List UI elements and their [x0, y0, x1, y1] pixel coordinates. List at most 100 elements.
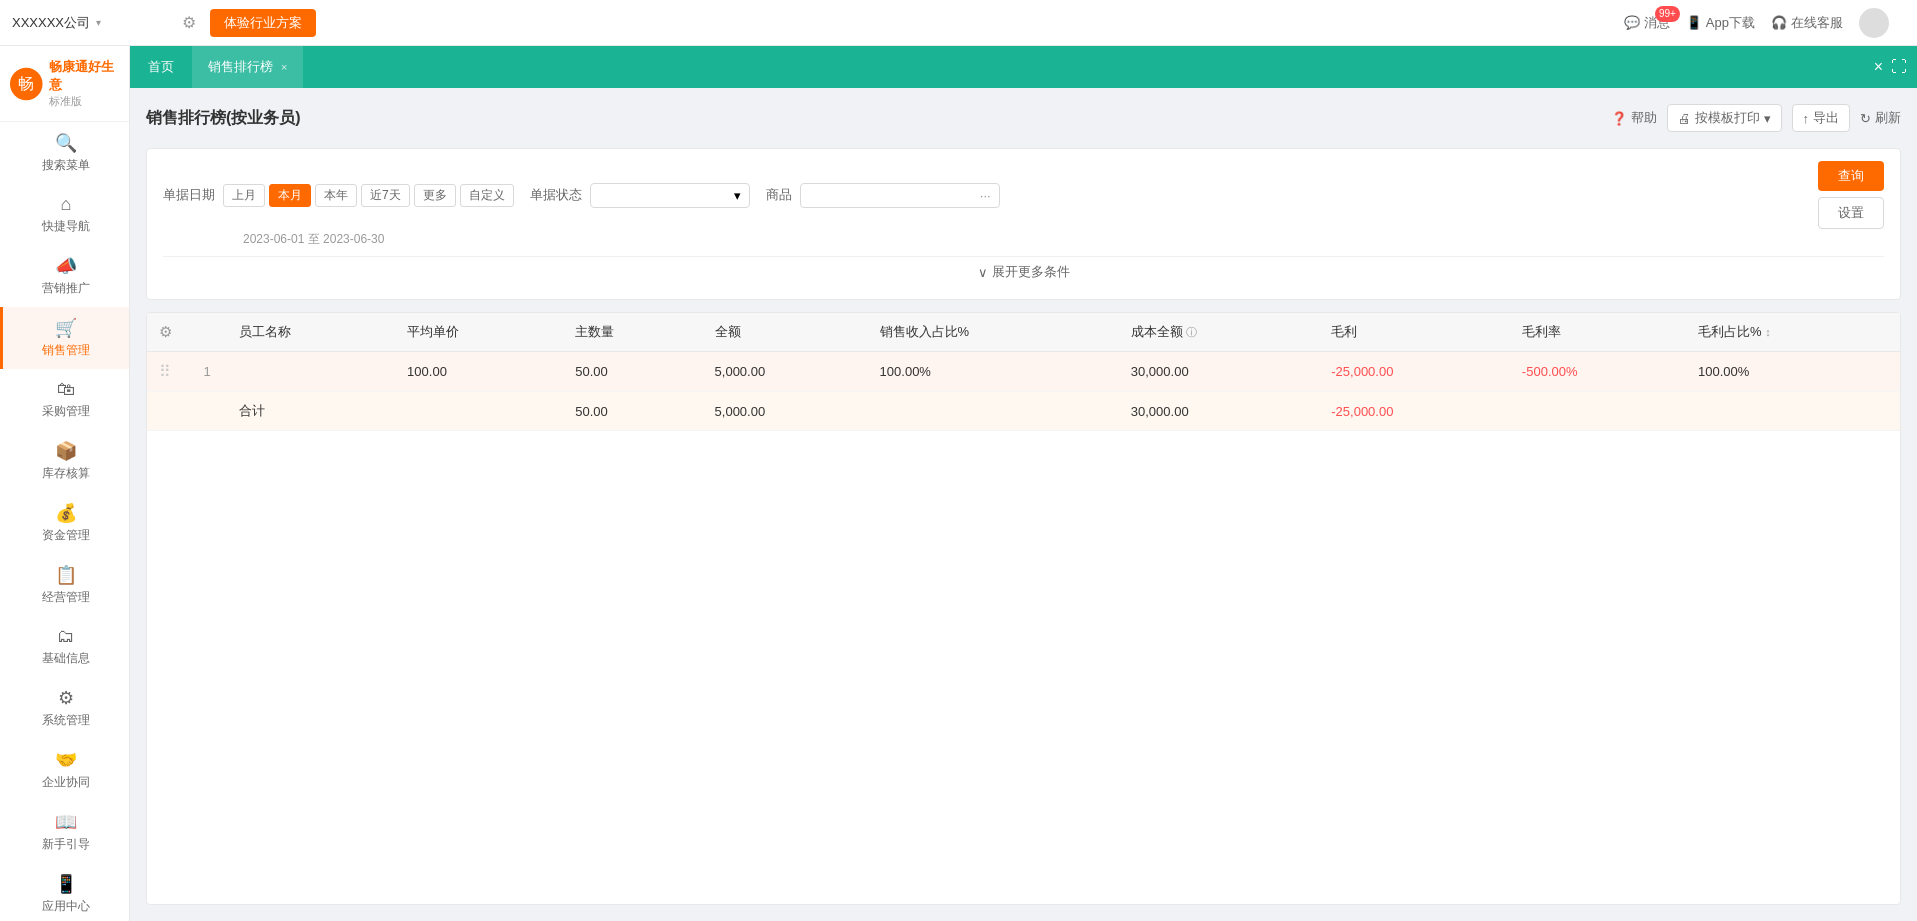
footer-gross: -25,000.00	[1319, 392, 1510, 431]
data-table: ⚙ 员工名称 平均单价 主数量 全额 销售收入占比%	[147, 313, 1900, 431]
sidebar-item-marketing[interactable]: 📣 营销推广	[0, 245, 129, 307]
main-layout: 畅 畅康通好生意 标准版 🔍 搜索菜单 ⌂ 快捷导航 📣 营销推广 🛒 销售管理…	[0, 46, 1917, 921]
message-button[interactable]: 💬 消息 99+	[1624, 14, 1670, 32]
tab-home[interactable]: 首页	[130, 46, 192, 88]
sidebar-item-sales[interactable]: 🛒 销售管理	[0, 307, 129, 369]
date-label: 单据日期	[163, 186, 215, 204]
help-button[interactable]: ❓ 帮助	[1611, 109, 1657, 127]
logo-sub: 标准版	[49, 94, 119, 109]
goods-label: 商品	[766, 186, 792, 204]
col-amount-header: 全额	[703, 313, 868, 352]
sidebar-label-inventory: 库存核算	[42, 465, 90, 482]
page-content: 销售排行榜(按业务员) ❓ 帮助 🖨 按模板打印 ▾ ↑ 导出	[130, 88, 1917, 921]
filter-panel: 单据日期 上月 本月 本年 近7天 更多 自定义 单据状态	[146, 148, 1901, 300]
message-badge: 99+	[1655, 6, 1680, 22]
period-custom[interactable]: 自定义	[460, 184, 514, 207]
query-button[interactable]: 查询	[1818, 161, 1884, 191]
sidebar-item-search[interactable]: 🔍 搜索菜单	[0, 122, 129, 184]
col-name-header: 员工名称	[227, 313, 395, 352]
sidebar-item-operations[interactable]: 📋 经营管理	[0, 554, 129, 616]
sidebar-item-finance[interactable]: 💰 资金管理	[0, 492, 129, 554]
tab-bar: 首页 销售排行榜 × × ⛶	[130, 46, 1917, 88]
purchase-icon: 🛍	[57, 379, 75, 400]
inventory-icon: 📦	[55, 440, 77, 462]
sidebar-label-system: 系统管理	[42, 712, 90, 729]
tab-close-window-icon[interactable]: ×	[1874, 58, 1883, 76]
tab-close-icon[interactable]: ×	[281, 61, 287, 73]
apps-icon: 📱	[55, 873, 77, 895]
marketing-icon: 📣	[55, 255, 77, 277]
table-row: ⠿ 1 100.00 50.00 5,000.00 100.00% 30,000…	[147, 352, 1900, 392]
chevron-down-icon: ∨	[978, 265, 988, 280]
finance-icon: 💰	[55, 502, 77, 524]
period-7days[interactable]: 近7天	[361, 184, 410, 207]
table-container: ⚙ 员工名称 平均单价 主数量 全额 销售收入占比%	[146, 312, 1901, 905]
company-selector[interactable]: XXXXXX公司 ▾	[12, 14, 172, 32]
sidebar-item-apps[interactable]: 📱 应用中心	[0, 863, 129, 921]
status-chevron-icon: ▾	[734, 188, 741, 203]
expand-more-button[interactable]: ∨ 展开更多条件	[163, 256, 1884, 287]
cost-info-icon: ⓘ	[1186, 326, 1197, 338]
table-header-row: ⚙ 员工名称 平均单价 主数量 全额 销售收入占比%	[147, 313, 1900, 352]
sidebar-label-search: 搜索菜单	[42, 157, 90, 174]
goods-more-icon[interactable]: ···	[980, 188, 991, 203]
footer-drag	[147, 392, 187, 431]
avatar[interactable]	[1859, 8, 1889, 38]
filter-date: 单据日期 上月 本月 本年 近7天 更多 自定义	[163, 184, 514, 207]
sidebar-item-inventory[interactable]: 📦 库存核算	[0, 430, 129, 492]
operations-icon: 📋	[55, 564, 77, 586]
cell-gross-rate: -500.00%	[1510, 352, 1686, 392]
trial-button[interactable]: 体验行业方案	[210, 9, 316, 37]
cell-gross-pct: 100.00%	[1686, 352, 1900, 392]
app-download-button[interactable]: 📱 App下载	[1686, 14, 1755, 32]
sidebar-label-marketing: 营销推广	[42, 280, 90, 297]
period-this-month[interactable]: 本月	[269, 184, 311, 207]
sidebar-item-purchase[interactable]: 🛍 采购管理	[0, 369, 129, 430]
goods-input[interactable]: ···	[800, 183, 1000, 208]
mobile-icon: 📱	[1686, 15, 1702, 30]
sidebar-label-guide: 新手引导	[42, 836, 90, 853]
print-template-button[interactable]: 🖨 按模板打印 ▾	[1667, 104, 1782, 132]
filter-settings-button[interactable]: 设置	[1818, 197, 1884, 229]
footer-gross-pct	[1686, 392, 1900, 431]
filter-row-main: 单据日期 上月 本月 本年 近7天 更多 自定义 单据状态	[163, 161, 1884, 229]
drag-handle-icon[interactable]: ⠿	[159, 363, 171, 380]
message-icon: 💬	[1624, 15, 1640, 30]
filter-status: 单据状态 ▾	[530, 183, 750, 208]
sidebar-item-basic[interactable]: 🗂 基础信息	[0, 616, 129, 677]
top-header: XXXXXX公司 ▾ ⚙ 体验行业方案 💬 消息 99+ 📱 App下载 🎧 在…	[0, 0, 1917, 46]
col-rank-header	[187, 313, 227, 352]
tab-maximize-icon[interactable]: ⛶	[1891, 58, 1907, 76]
tab-sales-ranking[interactable]: 销售排行榜 ×	[192, 46, 303, 88]
export-button[interactable]: ↑ 导出	[1792, 104, 1851, 132]
cell-qty: 50.00	[563, 352, 702, 392]
sidebar-label-collab: 企业协同	[42, 774, 90, 791]
col-sales-pct-header: 销售收入占比%	[868, 313, 1119, 352]
sales-icon: 🛒	[55, 317, 77, 339]
col-qty-header: 主数量	[563, 313, 702, 352]
footer-amount: 5,000.00	[703, 392, 868, 431]
column-settings-icon[interactable]: ⚙	[159, 323, 172, 340]
sidebar: 畅 畅康通好生意 标准版 🔍 搜索菜单 ⌂ 快捷导航 📣 营销推广 🛒 销售管理…	[0, 46, 130, 921]
gross-pct-sort-icon[interactable]: ↕	[1765, 326, 1771, 338]
col-avg-price-header: 平均单价	[395, 313, 563, 352]
sidebar-label-finance: 资金管理	[42, 527, 90, 544]
settings-icon[interactable]: ⚙	[182, 13, 196, 32]
online-service-button[interactable]: 🎧 在线客服	[1771, 14, 1843, 32]
sidebar-item-shortcut[interactable]: ⌂ 快捷导航	[0, 184, 129, 245]
sidebar-item-collab[interactable]: 🤝 企业协同	[0, 739, 129, 801]
period-last-month[interactable]: 上月	[223, 184, 265, 207]
col-gross-rate-header: 毛利率	[1510, 313, 1686, 352]
period-this-year[interactable]: 本年	[315, 184, 357, 207]
refresh-button[interactable]: ↻ 刷新	[1860, 109, 1901, 127]
cell-sales-pct: 100.00%	[868, 352, 1119, 392]
sidebar-item-guide[interactable]: 📖 新手引导	[0, 801, 129, 863]
status-select[interactable]: ▾	[590, 183, 750, 208]
logo-title: 畅康通好生意	[49, 58, 119, 94]
sidebar-label-basic: 基础信息	[42, 650, 90, 667]
print-chevron-icon: ▾	[1764, 111, 1771, 126]
period-more[interactable]: 更多	[414, 184, 456, 207]
tab-bar-actions: × ⛶	[1864, 58, 1917, 76]
sidebar-item-system[interactable]: ⚙ 系统管理	[0, 677, 129, 739]
sidebar-label-purchase: 采购管理	[42, 403, 90, 420]
